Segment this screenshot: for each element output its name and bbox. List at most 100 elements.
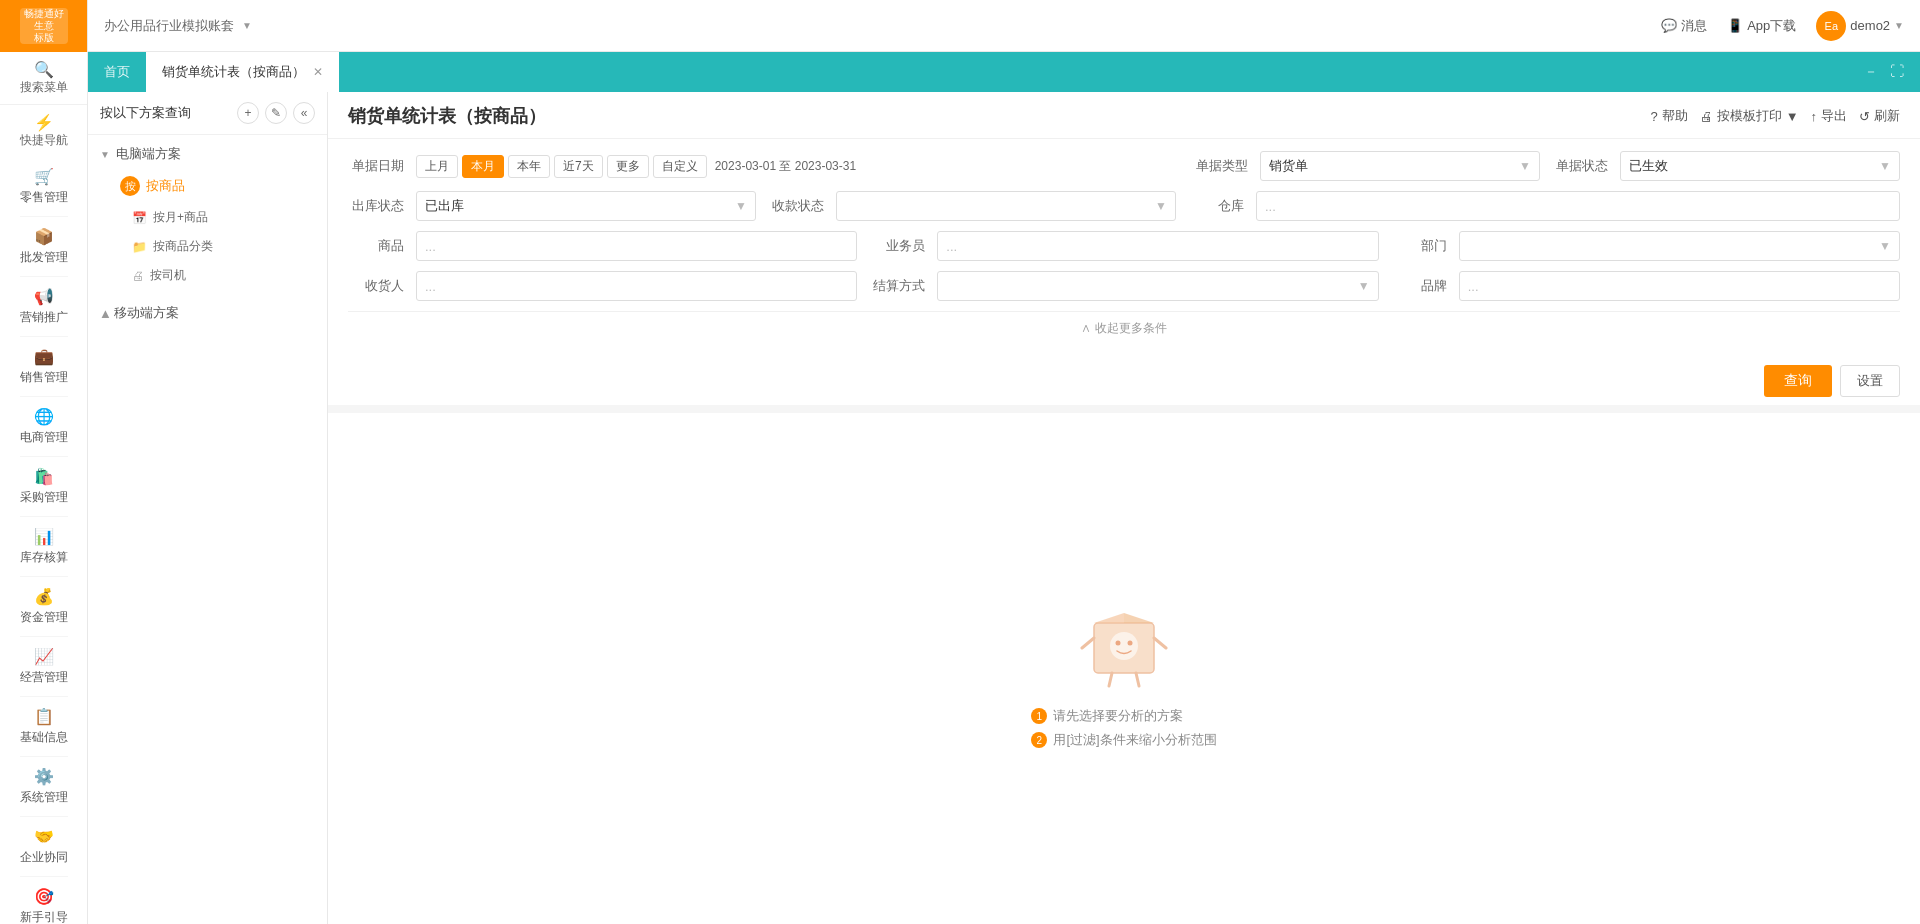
payment-status-select[interactable]: ▼	[836, 191, 1176, 221]
sidebar-item-inventory[interactable]: 📊 库存核算	[20, 517, 68, 577]
sidebar-item-operation[interactable]: 📈 经营管理	[20, 637, 68, 697]
sidebar-label-enterprise: 企业协同	[20, 849, 68, 866]
right-panel: 销货单统计表（按商品） ? 帮助 🖨 按模板打印 ▼ ↑ 导出	[328, 92, 1920, 924]
logo-text: 畅捷通好生意 标版	[20, 8, 68, 44]
tab-sales-stats-label: 销货单统计表（按商品）	[162, 63, 305, 81]
recipient-input[interactable]: ...	[416, 271, 857, 301]
tree-item-by-category[interactable]: 📁 按商品分类	[88, 232, 327, 261]
sidebar-item-basic[interactable]: 📋 基础信息	[20, 697, 68, 757]
date-btn-this-year[interactable]: 本年	[508, 155, 550, 178]
sidebar-item-purchase[interactable]: 🛍️ 采购管理	[20, 457, 68, 517]
sidebar-label-inventory: 库存核算	[20, 549, 68, 566]
collapse-panel-btn[interactable]: «	[293, 102, 315, 124]
empty-illustration	[1074, 588, 1174, 691]
tree-item-by-product[interactable]: 按 按商品	[88, 169, 327, 203]
date-btn-more[interactable]: 更多	[607, 155, 649, 178]
stock-status-select[interactable]: 已出库 ▼	[416, 191, 756, 221]
tree-mobile-label: 移动端方案	[114, 304, 179, 322]
app-download-btn[interactable]: 📱 App下载	[1727, 17, 1796, 35]
brand-input[interactable]: ...	[1459, 271, 1900, 301]
query-btn[interactable]: 查询	[1764, 365, 1832, 397]
sidebar-label-purchase: 采购管理	[20, 489, 68, 506]
warehouse-input[interactable]: ...	[1256, 191, 1900, 221]
tab-close-icon[interactable]: ✕	[313, 65, 323, 79]
header-left: 办公用品行业模拟账套 ▼	[104, 17, 252, 35]
sidebar-item-enterprise[interactable]: 🤝 企业协同	[20, 817, 68, 877]
doc-status-select[interactable]: 已生效 ▼	[1620, 151, 1900, 181]
tree-item-by-cashier[interactable]: 🖨 按司机	[88, 261, 327, 290]
date-btn-last-month[interactable]: 上月	[416, 155, 458, 178]
left-panel-actions: + ✎ «	[237, 102, 315, 124]
tab-sales-stats[interactable]: 销货单统计表（按商品） ✕	[146, 52, 339, 92]
sidebar-icon-ecommerce: 🌐	[34, 407, 54, 426]
doc-type-select[interactable]: 销货单 ▼	[1260, 151, 1540, 181]
sidebar-item-sales[interactable]: 💼 销售管理	[20, 337, 68, 397]
maximize-btn[interactable]: ⛶	[1890, 63, 1904, 81]
product-input[interactable]: ...	[416, 231, 857, 261]
industry-dropdown-arrow[interactable]: ▼	[242, 20, 252, 31]
date-btn-custom[interactable]: 自定义	[653, 155, 707, 178]
tree-pc-header[interactable]: ▼ 电脑端方案	[88, 139, 327, 169]
sidebar-icon-basic: 📋	[34, 707, 54, 726]
filter-area: 单据日期 上月 本月 本年 近7天 更多 自定义 2023-03-01 至 20…	[328, 139, 1920, 357]
collapse-bar[interactable]: ∧ 收起更多条件	[348, 311, 1900, 345]
settlement-select[interactable]: ▼	[937, 271, 1378, 301]
tree-pc-group: ▼ 电脑端方案 按 按商品 📅 按月+商品 📁 按商品分类 🖨 按司机	[88, 135, 327, 294]
collapse-icon: ∧	[1081, 321, 1091, 335]
sidebar-item-retail[interactable]: 🛒 零售管理	[20, 157, 68, 217]
sidebar-item-marketing[interactable]: 📢 营销推广	[20, 277, 68, 337]
settings-btn[interactable]: 设置	[1840, 365, 1900, 397]
edit-scheme-btn[interactable]: ✎	[265, 102, 287, 124]
sidebar-icon-operation: 📈	[34, 647, 54, 666]
help-btn[interactable]: ? 帮助	[1650, 107, 1687, 125]
dept-select[interactable]: ▼	[1459, 231, 1900, 261]
empty-hint-1: 1 请先选择要分析的方案	[1031, 707, 1216, 725]
sidebar-item-wholesale[interactable]: 📦 批发管理	[20, 217, 68, 277]
user-menu[interactable]: Ea demo2 ▼	[1816, 11, 1904, 41]
sidebar-logo: 畅捷通好生意 标版	[0, 0, 88, 52]
staff-input[interactable]: ...	[937, 231, 1378, 261]
user-dropdown-arrow: ▼	[1894, 20, 1904, 31]
filter-row-3: 商品 ... 业务员 ... 部门 ▼	[348, 231, 1900, 261]
tree-mobile-header[interactable]: ▶ 移动端方案	[88, 298, 327, 328]
print-dropdown[interactable]: ▼	[1786, 109, 1799, 124]
date-btn-last7[interactable]: 近7天	[554, 155, 603, 178]
minimize-btn[interactable]: －	[1864, 63, 1878, 81]
refresh-btn[interactable]: ↺ 刷新	[1859, 107, 1900, 125]
tab-home-label: 首页	[104, 63, 130, 81]
sidebar-item-ecommerce[interactable]: 🌐 电商管理	[20, 397, 68, 457]
sidebar-item-system[interactable]: ⚙️ 系统管理	[20, 757, 68, 817]
messages-btn[interactable]: 💬 消息	[1661, 17, 1707, 35]
add-scheme-btn[interactable]: +	[237, 102, 259, 124]
template-print-btn[interactable]: 🖨 按模板打印 ▼	[1700, 107, 1799, 125]
sidebar-icon-system: ⚙️	[34, 767, 54, 786]
sidebar-item-finance[interactable]: 💰 资金管理	[20, 577, 68, 637]
sidebar-icon-inventory: 📊	[34, 527, 54, 546]
date-control: 上月 本月 本年 近7天 更多 自定义 2023-03-01 至 2023-03…	[416, 155, 1180, 178]
sidebar-search[interactable]: 🔍 搜索菜单	[0, 52, 87, 105]
export-icon: ↑	[1811, 109, 1818, 124]
filter-row-1: 单据日期 上月 本月 本年 近7天 更多 自定义 2023-03-01 至 20…	[348, 151, 1900, 181]
tree-sub-icon-3: 🖨	[132, 269, 144, 283]
sidebar-item-newbie[interactable]: 🎯 新手引导	[20, 877, 68, 924]
tree-item-by-month-product[interactable]: 📅 按月+商品	[88, 203, 327, 232]
section-divider	[328, 405, 1920, 413]
settlement-arrow: ▼	[1358, 279, 1370, 293]
tab-home[interactable]: 首页	[88, 52, 146, 92]
payment-status-arrow: ▼	[1155, 199, 1167, 213]
stock-status-arrow: ▼	[735, 199, 747, 213]
user-avatar: Ea	[1816, 11, 1846, 41]
date-btn-this-month[interactable]: 本月	[462, 155, 504, 178]
filter-row-4: 收货人 ... 结算方式 ▼ 品牌 ...	[348, 271, 1900, 301]
doc-status-arrow: ▼	[1879, 159, 1891, 173]
staff-dots: ...	[946, 239, 957, 254]
empty-hint-2: 2 用[过滤]条件来缩小分析范围	[1031, 731, 1216, 749]
window-controls: － ⛶	[1864, 63, 1920, 81]
sidebar-icon-wholesale: 📦	[34, 227, 54, 246]
sidebar-label-sales: 销售管理	[20, 369, 68, 386]
left-panel-title: 按以下方案查询	[100, 104, 191, 122]
export-btn[interactable]: ↑ 导出	[1811, 107, 1848, 125]
quick-nav[interactable]: ⚡ 快捷导航	[0, 105, 87, 157]
empty-text: 1 请先选择要分析的方案 2 用[过滤]条件来缩小分析范围	[1031, 707, 1216, 749]
warehouse-label: 仓库	[1188, 197, 1244, 215]
